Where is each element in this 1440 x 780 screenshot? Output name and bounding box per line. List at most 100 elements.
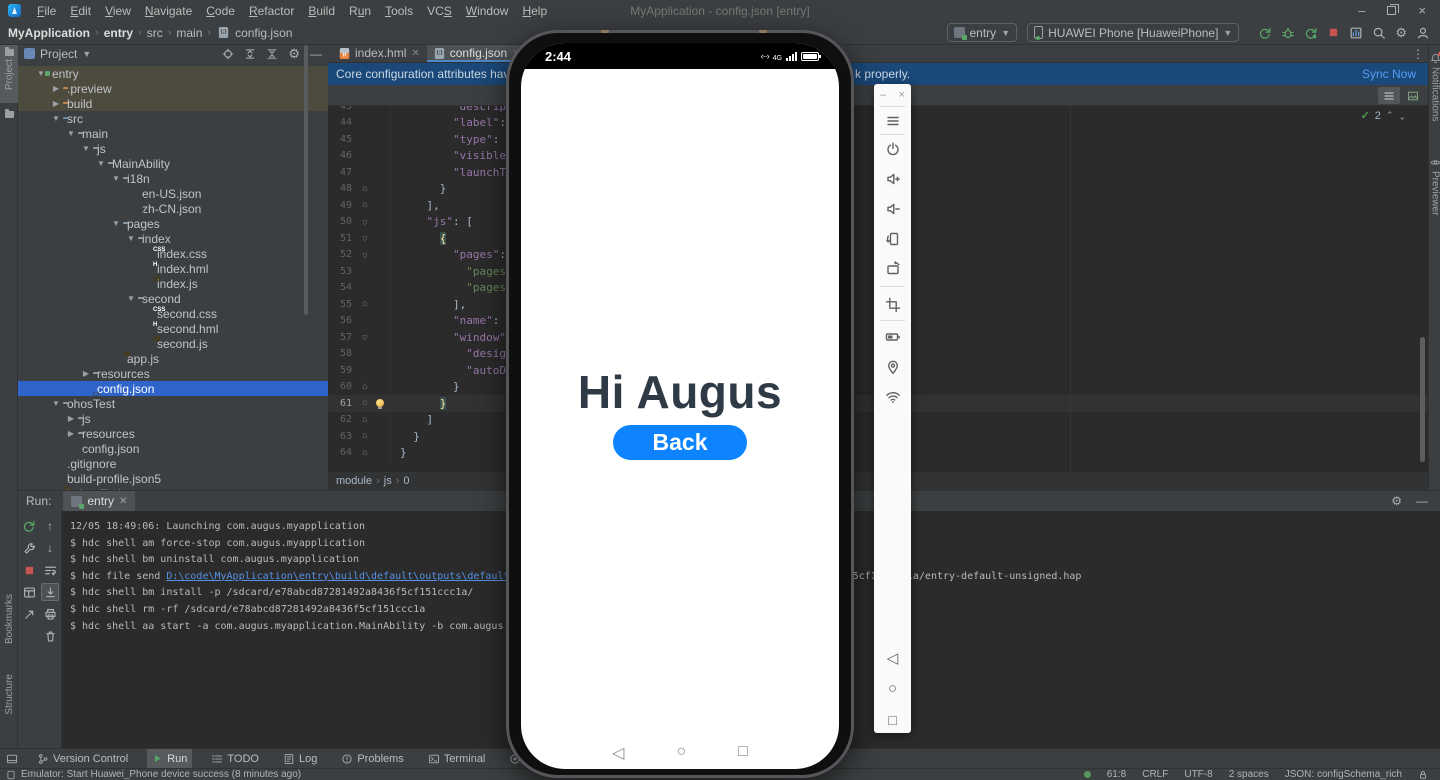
breadcrumb-item[interactable]: js xyxy=(384,475,392,487)
fold-icon[interactable]: ⌂ xyxy=(358,448,372,458)
run-config-selector[interactable]: entry ▼ xyxy=(946,23,1018,42)
tree-item-second.css[interactable]: CSS second.css xyxy=(18,306,328,321)
close-icon[interactable]: ✕ xyxy=(119,496,127,507)
breadcrumb[interactable]: MyApplication›entry›src›main›config.json xyxy=(0,26,292,40)
preview-view-toggle[interactable] xyxy=(1402,87,1424,104)
status-item[interactable]: CRLF xyxy=(1142,769,1168,780)
menu-navigate[interactable]: Navigate xyxy=(138,4,199,18)
text-view-toggle[interactable] xyxy=(1378,87,1400,104)
menu-vcs[interactable]: VCS xyxy=(420,4,459,18)
tree-item-index.css[interactable]: CSS index.css xyxy=(18,246,328,261)
home-icon[interactable]: ○ xyxy=(884,680,901,697)
rotate-device-icon[interactable] xyxy=(884,230,901,247)
menu-code[interactable]: Code xyxy=(199,4,242,18)
menu-icon[interactable] xyxy=(884,112,901,129)
lock-icon[interactable] xyxy=(1418,770,1428,780)
project-mode-selector[interactable]: Project xyxy=(40,47,77,61)
search-icon[interactable] xyxy=(1372,26,1386,40)
tree-item-index[interactable]: ▼ index xyxy=(18,231,328,246)
fold-icon[interactable]: ⌂ xyxy=(358,398,372,408)
tree-item-second.hml[interactable]: H second.hml xyxy=(18,321,328,336)
breadcrumb-item[interactable]: MyApplication xyxy=(8,26,90,40)
fold-icon[interactable]: ⌂ xyxy=(358,200,372,210)
tree-item-ohosTest[interactable]: ▼ ohosTest xyxy=(18,396,328,411)
rotate-screen-icon[interactable] xyxy=(884,260,901,277)
up-icon[interactable]: ↑ xyxy=(41,517,59,535)
tree-item-second.js[interactable]: JS second.js xyxy=(18,336,328,351)
restore-icon[interactable] xyxy=(1387,4,1400,15)
fold-icon[interactable]: ⌂ xyxy=(358,233,372,243)
close-icon[interactable]: ✕ xyxy=(411,48,419,59)
project-scrollbar[interactable] xyxy=(304,45,308,315)
minimize-icon[interactable]: – xyxy=(880,89,886,101)
battery-icon[interactable] xyxy=(884,328,901,345)
back-icon[interactable]: ◁ xyxy=(612,743,624,763)
tree-item-second[interactable]: ▼ second xyxy=(18,291,328,306)
expand-all-icon[interactable] xyxy=(244,46,256,62)
minimize-icon[interactable]: – xyxy=(1358,4,1365,17)
hide-icon[interactable]: — xyxy=(310,46,322,62)
menu-run[interactable]: Run xyxy=(342,4,378,18)
rerun-icon[interactable] xyxy=(20,517,38,535)
toolwindow-version-control[interactable]: Version Control xyxy=(32,749,133,769)
fold-icon[interactable]: ⌂ xyxy=(358,217,372,227)
profiler-icon[interactable] xyxy=(1349,26,1363,40)
tree-item-MainAbility[interactable]: ▼ MainAbility xyxy=(18,156,328,171)
stripe-corner-icon[interactable] xyxy=(6,753,18,765)
fold-icon[interactable]: ⌂ xyxy=(358,431,372,441)
run-tab-entry[interactable]: entry ✕ xyxy=(63,491,136,511)
fold-icon[interactable]: ⌂ xyxy=(358,415,372,425)
status-item[interactable]: 61:8 xyxy=(1107,769,1126,780)
pin-icon[interactable] xyxy=(20,605,38,623)
menu-window[interactable]: Window xyxy=(459,4,516,18)
tree-item-pages[interactable]: ▼ pages xyxy=(18,216,328,231)
volume-up-icon[interactable] xyxy=(884,170,901,187)
stop-icon[interactable] xyxy=(20,561,38,579)
tree-item-.preview[interactable]: ▶ .preview xyxy=(18,81,328,96)
sidebar-item-bookmarks[interactable]: Bookmarks xyxy=(0,590,18,660)
wrench-icon[interactable] xyxy=(20,539,38,557)
sidebar-item-notifications[interactable]: Notifications xyxy=(1429,52,1440,121)
tab-index.hml[interactable]: H index.hml ✕ xyxy=(332,45,427,62)
tree-item-src[interactable]: ▼ src xyxy=(18,111,328,126)
menu-edit[interactable]: Edit xyxy=(63,4,98,18)
screenshot-icon[interactable] xyxy=(884,296,901,313)
menu-view[interactable]: View xyxy=(98,4,138,18)
toolwindow-log[interactable]: Log xyxy=(278,749,322,769)
debug-icon[interactable] xyxy=(1281,26,1295,40)
volume-down-icon[interactable] xyxy=(884,200,901,217)
soft-wrap-icon[interactable] xyxy=(41,561,59,579)
print-icon[interactable] xyxy=(41,605,59,623)
toolwindow-terminal[interactable]: Terminal xyxy=(423,749,491,769)
menu-file[interactable]: File xyxy=(30,4,63,18)
tree-item-index.hml[interactable]: H index.hml xyxy=(18,261,328,276)
tree-item-index.js[interactable]: JS index.js xyxy=(18,276,328,291)
menu-tools[interactable]: Tools xyxy=(378,4,420,18)
inspection-widget[interactable]: ✓ 2 ⌃ ⌃ xyxy=(1361,109,1406,123)
account-icon[interactable] xyxy=(1416,26,1430,40)
run-icon[interactable] xyxy=(1258,26,1272,40)
recents-icon[interactable]: □ xyxy=(738,743,748,763)
next-issue-icon[interactable]: ⌃ xyxy=(1398,110,1406,121)
scroll-end-icon[interactable] xyxy=(41,583,59,601)
tree-item-entry[interactable]: ▼ entry xyxy=(18,66,328,81)
breadcrumb-item[interactable]: config.json xyxy=(235,26,292,40)
intention-bulb-icon[interactable] xyxy=(376,399,384,410)
toolwindow-run[interactable]: Run xyxy=(147,748,193,769)
menu-build[interactable]: Build xyxy=(301,4,342,18)
wifi-icon[interactable] xyxy=(884,388,901,405)
tree-item-build[interactable]: ▶ build xyxy=(18,96,328,111)
tree-item-js[interactable]: ▼ js xyxy=(18,141,328,156)
menu-refactor[interactable]: Refactor xyxy=(242,4,301,18)
collapse-all-icon[interactable] xyxy=(266,46,278,62)
fold-icon[interactable]: ⌂ xyxy=(358,332,372,342)
layout-icon[interactable] xyxy=(20,583,38,601)
tree-item-.gitignore[interactable]: .gitignore xyxy=(18,456,328,471)
fold-icon[interactable]: ⌂ xyxy=(358,299,372,309)
sidebar-item-structure[interactable]: Structure xyxy=(0,670,18,734)
settings-icon[interactable]: ⚙ xyxy=(288,46,300,62)
tree-item-resources[interactable]: ▶ resources xyxy=(18,426,328,441)
breadcrumb-item[interactable]: src xyxy=(147,26,163,40)
attach-debugger-icon[interactable] xyxy=(1304,26,1318,40)
status-item[interactable]: 2 spaces xyxy=(1229,769,1269,780)
